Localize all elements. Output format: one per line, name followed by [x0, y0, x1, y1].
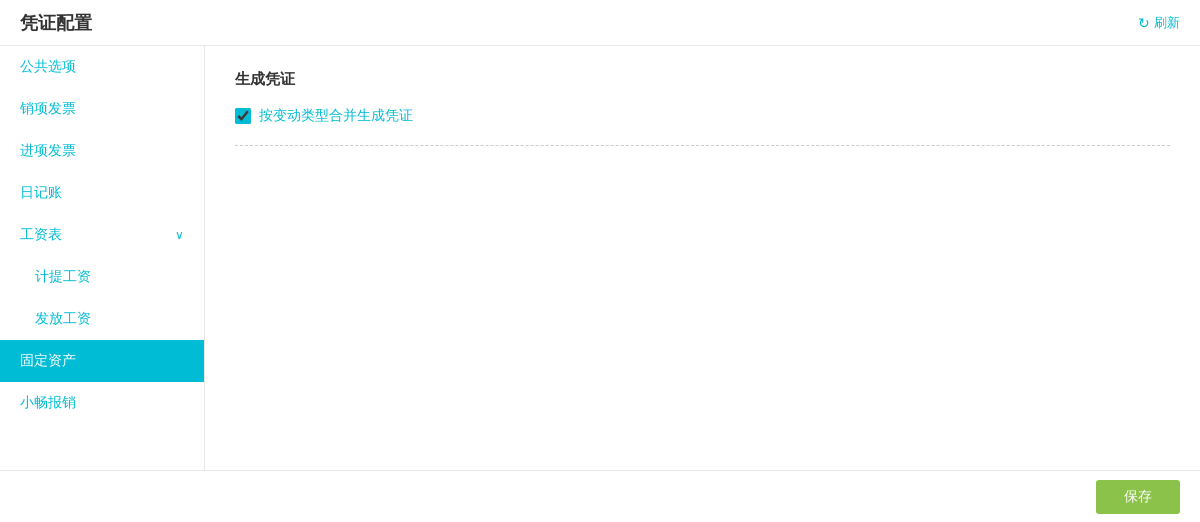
- page-title: 凭证配置: [20, 11, 92, 35]
- sidebar-item-label: 公共选项: [20, 58, 76, 76]
- refresh-button[interactable]: ↻ 刷新: [1138, 14, 1180, 32]
- sidebar-item-pay-payroll[interactable]: 发放工资: [0, 298, 204, 340]
- sidebar-item-label: 日记账: [20, 184, 62, 202]
- section-title: 生成凭证: [235, 70, 1170, 89]
- sidebar-item-sales-invoice[interactable]: 销项发票: [0, 88, 204, 130]
- page-wrapper: 凭证配置 ↻ 刷新 公共选项 销项发票 进项发票 日记账 工资表 ∨: [0, 0, 1200, 522]
- sidebar-item-journal[interactable]: 日记账: [0, 172, 204, 214]
- section-divider: [235, 145, 1170, 146]
- footer: 保存: [0, 470, 1200, 522]
- sidebar-item-calc-payroll[interactable]: 计提工资: [0, 256, 204, 298]
- body: 公共选项 销项发票 进项发票 日记账 工资表 ∨ 计提工资 发放工资 固定资: [0, 46, 1200, 470]
- merge-by-type-checkbox[interactable]: [235, 108, 251, 124]
- sidebar-item-label: 发放工资: [35, 310, 91, 328]
- sidebar: 公共选项 销项发票 进项发票 日记账 工资表 ∨ 计提工资 发放工资 固定资: [0, 46, 205, 470]
- sidebar-item-label: 销项发票: [20, 100, 76, 118]
- sidebar-item-label: 小畅报销: [20, 394, 76, 412]
- chevron-down-icon: ∨: [175, 228, 184, 242]
- sidebar-item-petty-expense[interactable]: 小畅报销: [0, 382, 204, 424]
- refresh-label: 刷新: [1154, 14, 1180, 32]
- sidebar-item-fixed-assets[interactable]: 固定资产: [0, 340, 204, 382]
- sidebar-item-label: 计提工资: [35, 268, 91, 286]
- sidebar-item-public-options[interactable]: 公共选项: [0, 46, 204, 88]
- header: 凭证配置 ↻ 刷新: [0, 0, 1200, 46]
- checkbox-label[interactable]: 按变动类型合并生成凭证: [259, 107, 413, 125]
- sidebar-item-label: 工资表: [20, 226, 62, 244]
- sidebar-item-purchase-invoice[interactable]: 进项发票: [0, 130, 204, 172]
- checkbox-row: 按变动类型合并生成凭证: [235, 107, 1170, 125]
- refresh-icon: ↻: [1138, 15, 1150, 31]
- sidebar-item-payroll[interactable]: 工资表 ∨: [0, 214, 204, 256]
- sidebar-item-label: 进项发票: [20, 142, 76, 160]
- sidebar-item-label: 固定资产: [20, 352, 76, 370]
- main-content: 生成凭证 按变动类型合并生成凭证: [205, 46, 1200, 470]
- save-button[interactable]: 保存: [1096, 480, 1180, 514]
